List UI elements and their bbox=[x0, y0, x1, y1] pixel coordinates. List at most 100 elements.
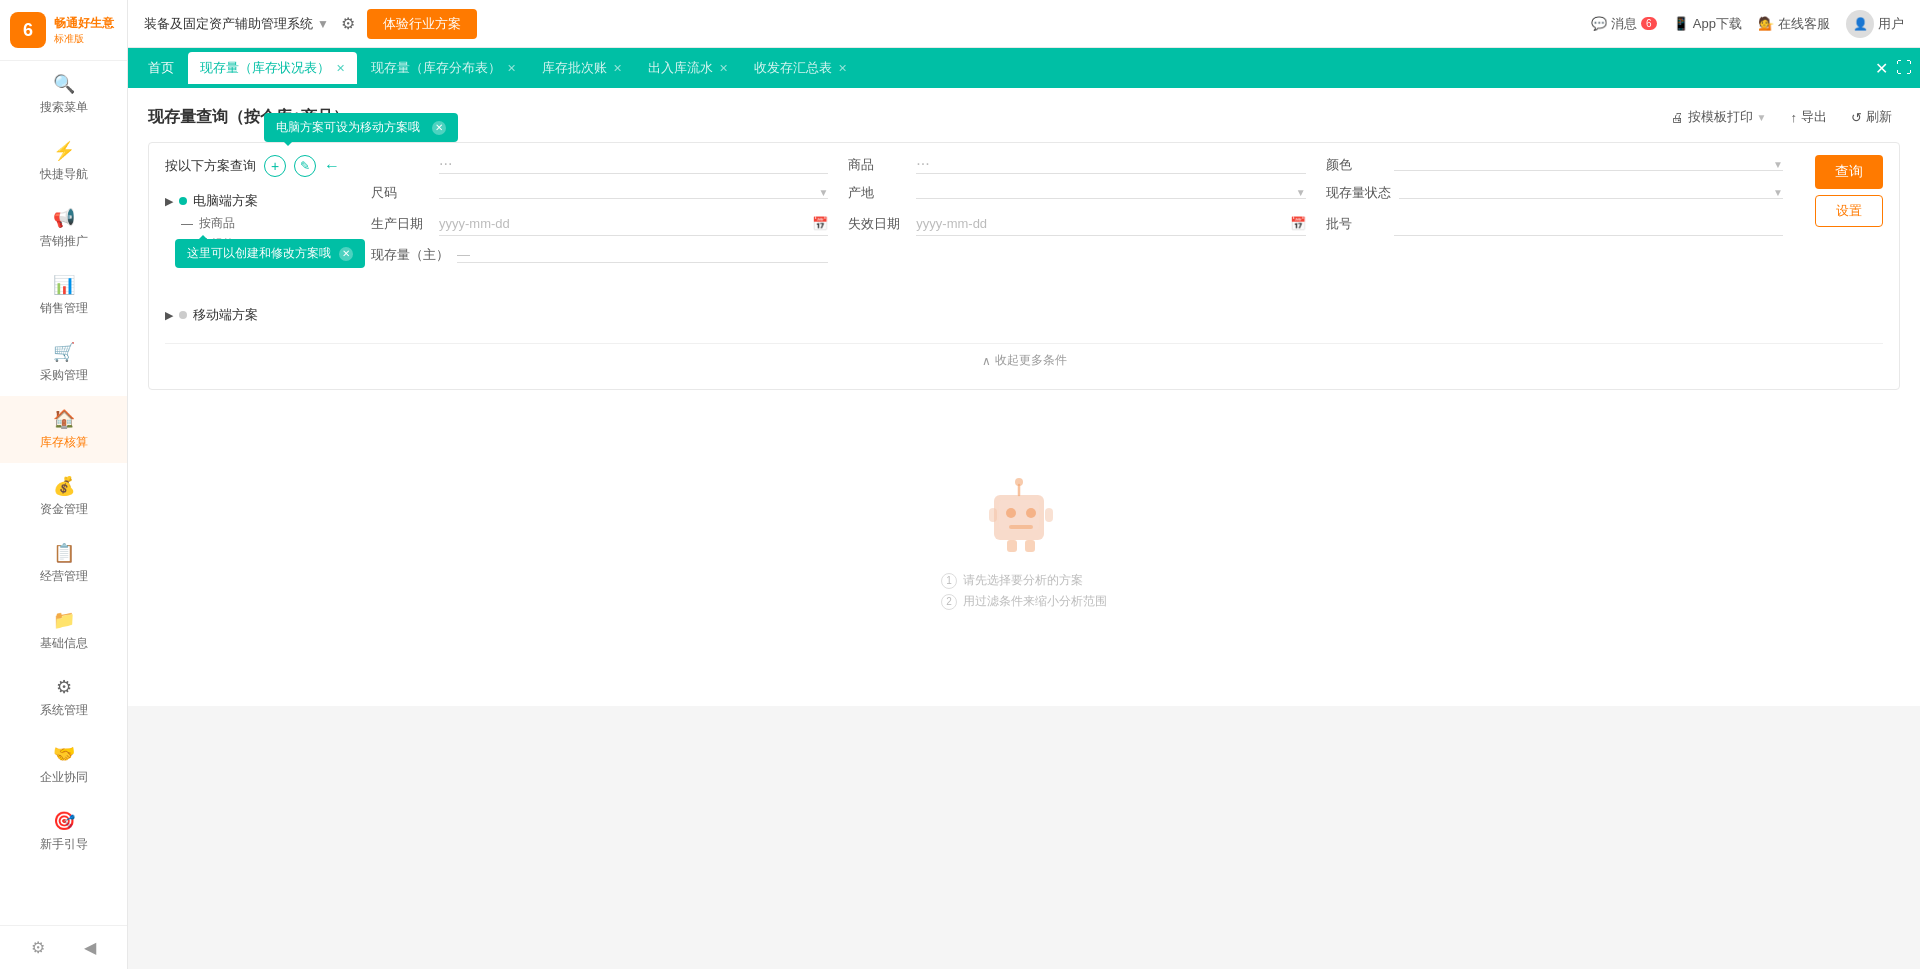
settings-bottom-icon[interactable]: ⚙ bbox=[31, 938, 45, 957]
tab-close-all-icon[interactable]: ✕ bbox=[1875, 59, 1888, 78]
sidebar-item-finance[interactable]: 💰 资金管理 bbox=[0, 463, 127, 530]
inv-status-wrapper[interactable]: ▼ bbox=[1399, 187, 1783, 199]
search-icon: 🔍 bbox=[53, 73, 75, 95]
sidebar-item-inventory[interactable]: 🏠 库存核算 bbox=[0, 396, 127, 463]
field-prod-date: 生产日期 📅 bbox=[371, 212, 828, 236]
close-tab-icon[interactable]: ✕ bbox=[838, 62, 847, 75]
filter-section: 按以下方案查询 + 电脑方案可设为移动方案哦 ✕ ✎ ← bbox=[148, 142, 1900, 390]
tab-summary[interactable]: 收发存汇总表 ✕ bbox=[742, 52, 859, 84]
prod-date-input[interactable] bbox=[439, 212, 808, 235]
hint-text-2: 用过滤条件来缩小分析范围 bbox=[963, 593, 1107, 610]
sidebar-item-system[interactable]: ⚙ 系统管理 bbox=[0, 664, 127, 731]
export-button[interactable]: ↑ 导出 bbox=[1783, 104, 1836, 130]
color-input-wrapper[interactable]: ▼ bbox=[1394, 159, 1783, 171]
edit-scheme-button[interactable]: ✎ bbox=[294, 155, 316, 177]
message-badge: 6 bbox=[1641, 17, 1657, 30]
pc-scheme-item[interactable]: ▶ 电脑端方案 bbox=[165, 189, 355, 213]
warehouse-input-wrapper[interactable]: ··· bbox=[439, 155, 828, 174]
filter-right: ··· 商品 ··· bbox=[371, 155, 1783, 264]
close-tab-icon[interactable]: ✕ bbox=[336, 62, 345, 75]
prod-date-wrapper[interactable]: 📅 bbox=[439, 212, 828, 236]
main-area: 装备及固定资产辅助管理系统 ▼ ⚙ 体验行业方案 💬 消息 6 📱 App下载 … bbox=[128, 0, 1920, 969]
field-goods: 商品 ··· bbox=[848, 155, 1305, 174]
origin-label: 产地 bbox=[848, 184, 908, 202]
message-icon: 💬 bbox=[1591, 16, 1607, 31]
field-inv-status: 现存量状态 ▼ bbox=[1326, 184, 1783, 202]
sidebar-item-guide[interactable]: 🎯 新手引导 bbox=[0, 798, 127, 865]
user-button[interactable]: 👤 用户 bbox=[1846, 10, 1904, 38]
color-dropdown-icon: ▼ bbox=[1773, 159, 1783, 170]
svg-rect-6 bbox=[1045, 508, 1053, 522]
empty-hint-2: 2 用过滤条件来缩小分析范围 bbox=[941, 593, 1107, 610]
reset-button[interactable]: 设置 bbox=[1815, 195, 1883, 227]
tooltip-close-icon[interactable]: ✕ bbox=[432, 121, 446, 135]
goods-input-wrapper[interactable]: ··· bbox=[916, 155, 1305, 174]
scheme-tree: ▶ 电脑端方案 — 按商品 — bbox=[165, 189, 355, 327]
sidebar-item-label: 搜索菜单 bbox=[40, 99, 88, 116]
collapse-sidebar-icon[interactable]: ◀ bbox=[84, 938, 96, 957]
sidebar-item-collab[interactable]: 🤝 企业协同 bbox=[0, 731, 127, 798]
exp-date-input[interactable] bbox=[916, 212, 1285, 235]
trial-button[interactable]: 体验行业方案 bbox=[367, 9, 477, 39]
purchase-icon: 🛒 bbox=[53, 341, 75, 363]
exp-date-calendar-icon[interactable]: 📅 bbox=[1290, 216, 1306, 231]
sidebar-item-basic[interactable]: 📁 基础信息 bbox=[0, 597, 127, 664]
tooltip2-close[interactable]: ✕ bbox=[339, 247, 353, 261]
print-button[interactable]: 🖨 按模板打印 ▼ bbox=[1663, 104, 1775, 130]
svg-rect-8 bbox=[1025, 540, 1035, 552]
tooltip2-text: 这里可以创建和修改方案哦 bbox=[187, 245, 331, 262]
sub-by-goods[interactable]: — 按商品 bbox=[181, 213, 355, 234]
tab-fullscreen-icon[interactable]: ⛶ bbox=[1896, 59, 1912, 77]
sidebar-bottom: ⚙ ◀ bbox=[0, 925, 127, 969]
search-button[interactable]: 查询 bbox=[1815, 155, 1883, 189]
sidebar-item-nav[interactable]: ⚡ 快捷导航 bbox=[0, 128, 127, 195]
tab-inventory-status[interactable]: 现存量（库存状况表） ✕ bbox=[188, 52, 357, 84]
svg-rect-4 bbox=[1009, 525, 1033, 529]
form-row3: 生产日期 📅 失效日期 � bbox=[371, 212, 1783, 236]
svg-point-3 bbox=[1026, 508, 1036, 518]
add-scheme-button[interactable]: + bbox=[264, 155, 286, 177]
batch-wrapper[interactable] bbox=[1394, 212, 1783, 236]
collapse-row[interactable]: ∧ 收起更多条件 bbox=[165, 343, 1883, 377]
sidebar-item-marketing[interactable]: 📢 营销推广 bbox=[0, 195, 127, 262]
refresh-label: 刷新 bbox=[1866, 108, 1892, 126]
close-tab-icon[interactable]: ✕ bbox=[719, 62, 728, 75]
refresh-button[interactable]: ↺ 刷新 bbox=[1843, 104, 1900, 130]
sales-icon: 📊 bbox=[53, 274, 75, 296]
online-service-button[interactable]: 💁 在线客服 bbox=[1758, 15, 1830, 33]
exp-date-wrapper[interactable]: 📅 bbox=[916, 212, 1305, 236]
system-selector[interactable]: 装备及固定资产辅助管理系统 ▼ bbox=[144, 15, 329, 33]
sub-label: 按商品 bbox=[199, 215, 235, 232]
top-header: 装备及固定资产辅助管理系统 ▼ ⚙ 体验行业方案 💬 消息 6 📱 App下载 … bbox=[128, 0, 1920, 48]
sidebar-item-operations[interactable]: 📋 经营管理 bbox=[0, 530, 127, 597]
tab-inventory-dist[interactable]: 现存量（库存分布表） ✕ bbox=[359, 52, 528, 84]
finance-icon: 💰 bbox=[53, 475, 75, 497]
logo-text-block: 畅通好生意 标准版 bbox=[54, 15, 114, 46]
close-tab-icon[interactable]: ✕ bbox=[613, 62, 622, 75]
sidebar-item-label: 资金管理 bbox=[40, 501, 88, 518]
sidebar-item-search[interactable]: 🔍 搜索菜单 bbox=[0, 61, 127, 128]
print-icon: 🖨 bbox=[1671, 110, 1684, 125]
batch-input[interactable] bbox=[1394, 212, 1783, 235]
tab-flow[interactable]: 出入库流水 ✕ bbox=[636, 52, 740, 84]
tab-batch[interactable]: 库存批次账 ✕ bbox=[530, 52, 634, 84]
sidebar-item-purchase[interactable]: 🛒 采购管理 bbox=[0, 329, 127, 396]
message-button[interactable]: 💬 消息 6 bbox=[1591, 15, 1657, 33]
mobile-scheme-item[interactable]: ▶ 移动端方案 bbox=[165, 303, 355, 327]
inv-qty-wrapper[interactable]: — bbox=[457, 247, 828, 263]
add-scheme-tooltip: 电脑方案可设为移动方案哦 ✕ bbox=[264, 113, 458, 142]
empty-state: 1 请先选择要分析的方案 2 用过滤条件来缩小分析范围 bbox=[148, 390, 1900, 690]
goods-label: 商品 bbox=[848, 156, 908, 174]
prod-date-calendar-icon[interactable]: 📅 bbox=[812, 216, 828, 231]
close-tab-icon[interactable]: ✕ bbox=[507, 62, 516, 75]
hint-text-1: 请先选择要分析的方案 bbox=[963, 572, 1083, 589]
color-label: 颜色 bbox=[1326, 156, 1386, 174]
app-download-button[interactable]: 📱 App下载 bbox=[1673, 15, 1742, 33]
tab-home[interactable]: 首页 bbox=[136, 52, 186, 84]
field-origin: 产地 ▼ bbox=[848, 184, 1305, 202]
size-input-wrapper[interactable]: ▼ bbox=[439, 187, 828, 199]
origin-input-wrapper[interactable]: ▼ bbox=[916, 187, 1305, 199]
settings-icon[interactable]: ⚙ bbox=[341, 14, 355, 33]
arrow-button[interactable]: ← bbox=[324, 157, 340, 175]
sidebar-item-sales[interactable]: 📊 销售管理 bbox=[0, 262, 127, 329]
